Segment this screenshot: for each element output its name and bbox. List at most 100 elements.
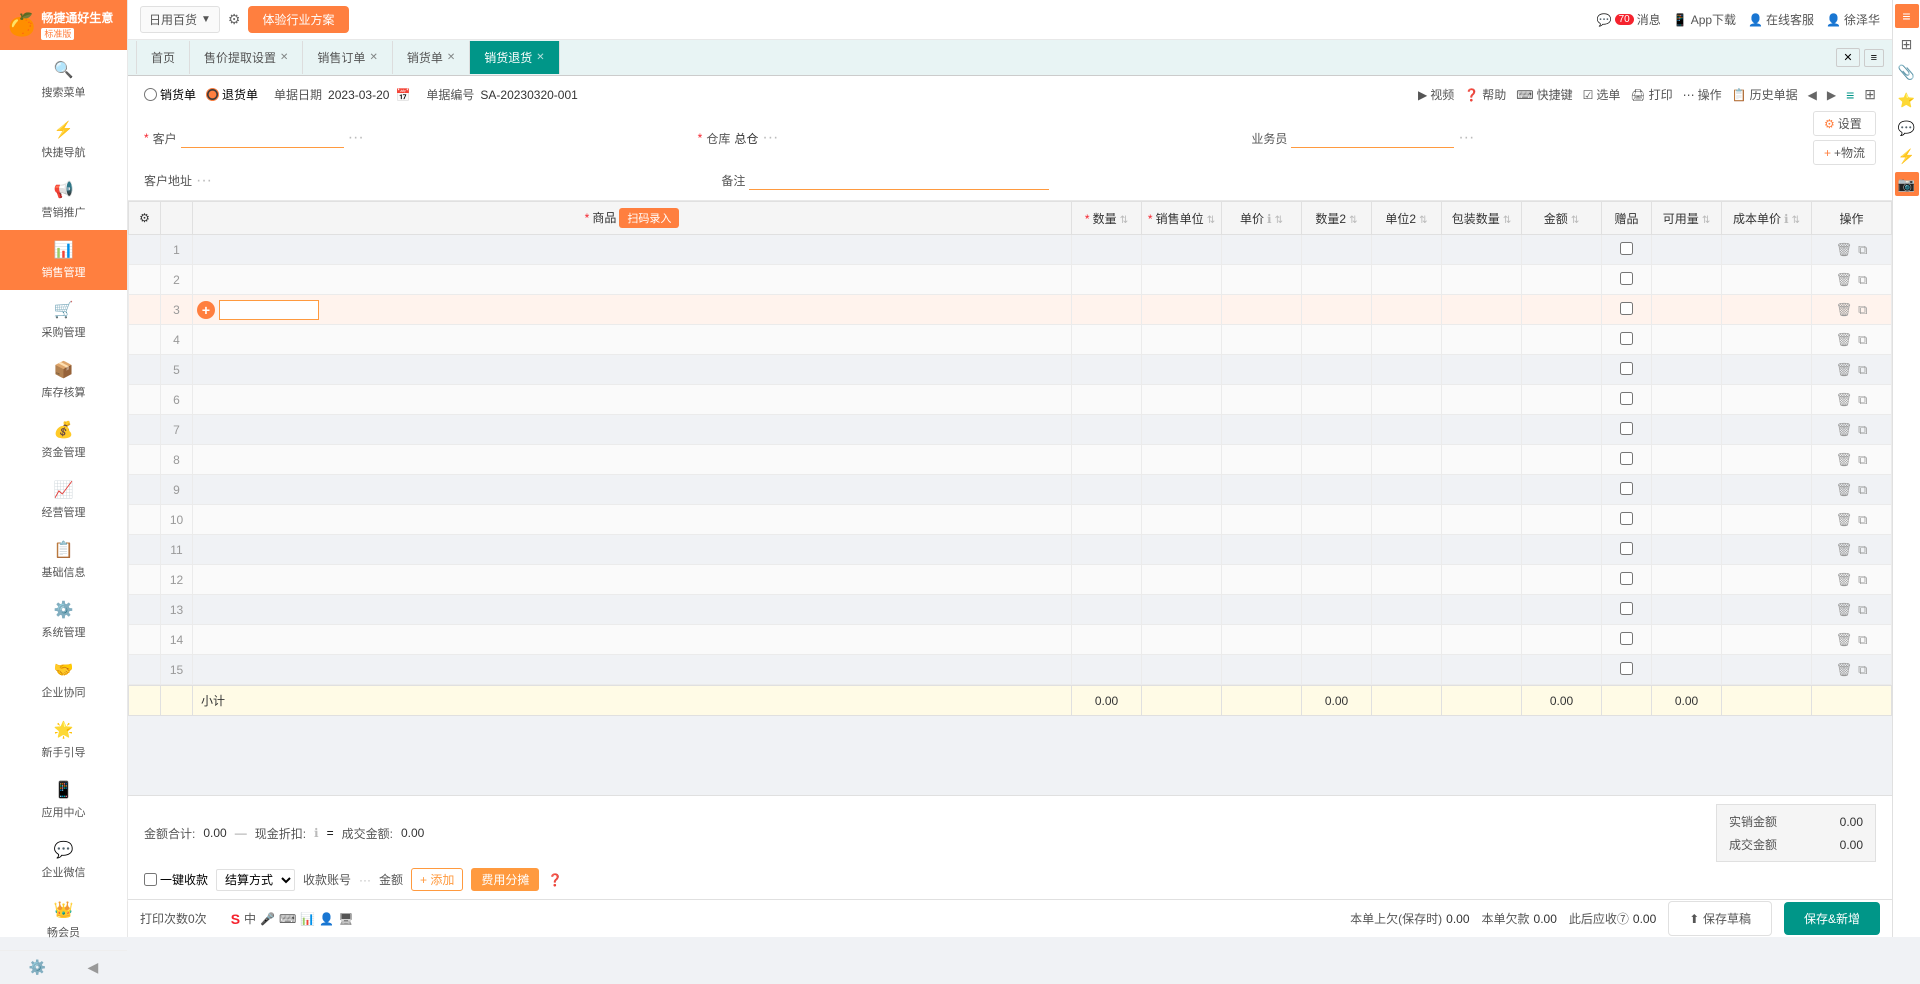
status-icon-keyboard[interactable]: ⌨ bbox=[279, 912, 296, 926]
row-pkg-cell[interactable] bbox=[1442, 295, 1522, 325]
gift-checkbox[interactable] bbox=[1620, 422, 1633, 435]
gift-checkbox[interactable] bbox=[1620, 542, 1633, 555]
row-pkg-cell[interactable] bbox=[1442, 595, 1522, 625]
row-copy-icon[interactable]: ⧉ bbox=[1858, 482, 1867, 498]
right-panel-list-view[interactable]: ≡ bbox=[1895, 4, 1919, 28]
sidebar-item-system[interactable]: ⚙️ 系统管理 bbox=[0, 590, 127, 650]
row-copy-icon[interactable]: ⧉ bbox=[1858, 242, 1867, 258]
form-settings-btn[interactable]: ⚙ 设置 bbox=[1813, 111, 1876, 136]
row-copy-icon[interactable]: ⧉ bbox=[1858, 602, 1867, 618]
row-delete-icon[interactable]: 🗑 bbox=[1836, 632, 1853, 648]
row-unit-cell[interactable] bbox=[1142, 655, 1222, 685]
row-gift-cell[interactable] bbox=[1602, 235, 1652, 265]
row-unit-cell[interactable] bbox=[1142, 295, 1222, 325]
video-btn[interactable]: ▶ 视频 bbox=[1418, 86, 1454, 103]
row-unit-cell[interactable] bbox=[1142, 445, 1222, 475]
row-product-cell[interactable] bbox=[193, 505, 1072, 535]
row-pkg-cell[interactable] bbox=[1442, 475, 1522, 505]
sidebar-item-finance[interactable]: 💰 资金管理 bbox=[0, 410, 127, 470]
gift-checkbox[interactable] bbox=[1620, 242, 1633, 255]
row-qty-cell[interactable] bbox=[1072, 535, 1142, 565]
row-amount-cell[interactable] bbox=[1522, 325, 1602, 355]
row-amount-cell[interactable] bbox=[1522, 505, 1602, 535]
row-price-cell[interactable] bbox=[1222, 355, 1302, 385]
row-copy-icon[interactable]: ⧉ bbox=[1858, 572, 1867, 588]
row-unit2-cell[interactable] bbox=[1372, 565, 1442, 595]
row-unit2-cell[interactable] bbox=[1372, 235, 1442, 265]
unit-sort-icon[interactable]: ⇅ bbox=[1207, 215, 1215, 226]
row-price-cell[interactable] bbox=[1222, 415, 1302, 445]
table-scroll-container[interactable]: ⚙ * 商品 扫码录入 * 数量 ⇅ bbox=[128, 201, 1892, 795]
tab-price-extract-close[interactable]: ✕ bbox=[280, 52, 288, 63]
row-unit2-cell[interactable] bbox=[1372, 535, 1442, 565]
row-product-cell[interactable] bbox=[193, 565, 1072, 595]
save-draft-button[interactable]: ⬆ 保存草稿 bbox=[1668, 901, 1772, 936]
right-panel-screenshot[interactable]: 📷 bbox=[1895, 172, 1919, 196]
amount-sort-icon[interactable]: ⇅ bbox=[1571, 215, 1579, 226]
cost-info-icon[interactable]: ❓ bbox=[547, 873, 562, 887]
row-delete-icon[interactable]: 🗑 bbox=[1836, 602, 1853, 618]
row-price-cell[interactable] bbox=[1222, 535, 1302, 565]
row-gift-cell[interactable] bbox=[1602, 505, 1652, 535]
tab-menu-btn[interactable]: ≡ bbox=[1864, 49, 1884, 67]
row-product-cell[interactable] bbox=[193, 475, 1072, 505]
user-profile-btn[interactable]: 👤 徐泽华 bbox=[1826, 11, 1880, 28]
row-pkg-cell[interactable] bbox=[1442, 535, 1522, 565]
price-info-icon[interactable]: ℹ bbox=[1267, 212, 1272, 226]
sidebar-item-shortcut[interactable]: ⚡ 快捷导航 bbox=[0, 110, 127, 170]
cost-sort-icon[interactable]: ⇅ bbox=[1792, 215, 1800, 226]
avail-sort-icon[interactable]: ⇅ bbox=[1702, 215, 1710, 226]
save-new-button[interactable]: 保存&新增 bbox=[1784, 902, 1880, 935]
row-unit2-cell[interactable] bbox=[1372, 655, 1442, 685]
row-amount-cell[interactable] bbox=[1522, 265, 1602, 295]
row-qty-cell[interactable] bbox=[1072, 355, 1142, 385]
row-price-cell[interactable] bbox=[1222, 565, 1302, 595]
row-qty-cell[interactable] bbox=[1072, 295, 1142, 325]
select-order-btn[interactable]: ☑ 选单 bbox=[1583, 86, 1621, 103]
row-price-cell[interactable] bbox=[1222, 235, 1302, 265]
gift-checkbox[interactable] bbox=[1620, 392, 1633, 405]
row-copy-icon[interactable]: ⧉ bbox=[1858, 452, 1867, 468]
row-price-cell[interactable] bbox=[1222, 595, 1302, 625]
row-copy-icon[interactable]: ⧉ bbox=[1858, 332, 1867, 348]
row-qty2-cell[interactable] bbox=[1302, 475, 1372, 505]
history-prev-btn[interactable]: ◀ bbox=[1808, 88, 1817, 102]
staff-input[interactable] bbox=[1291, 129, 1454, 148]
sidebar-item-apps[interactable]: 📱 应用中心 bbox=[0, 770, 127, 830]
row-delete-icon[interactable]: 🗑 bbox=[1836, 512, 1853, 528]
row-pkg-cell[interactable] bbox=[1442, 385, 1522, 415]
row-product-cell[interactable] bbox=[193, 655, 1072, 685]
tab-price-extract[interactable]: 售价提取设置 ✕ bbox=[190, 41, 303, 74]
tab-sales-order[interactable]: 销售订单 ✕ bbox=[303, 41, 392, 74]
row-copy-icon[interactable]: ⧉ bbox=[1858, 392, 1867, 408]
row-amount-cell[interactable] bbox=[1522, 385, 1602, 415]
sidebar-item-search[interactable]: 🔍 搜索菜单 bbox=[0, 50, 127, 110]
row-unit-cell[interactable] bbox=[1142, 235, 1222, 265]
row-gift-cell[interactable] bbox=[1602, 595, 1652, 625]
online-service-btn[interactable]: 👤 在线客服 bbox=[1748, 11, 1814, 28]
row-delete-icon[interactable]: 🗑 bbox=[1836, 452, 1853, 468]
row-gift-cell[interactable] bbox=[1602, 265, 1652, 295]
row-unit2-cell[interactable] bbox=[1372, 625, 1442, 655]
row-unit2-cell[interactable] bbox=[1372, 475, 1442, 505]
row-pkg-cell[interactable] bbox=[1442, 445, 1522, 475]
row-qty2-cell[interactable] bbox=[1302, 235, 1372, 265]
sidebar-item-wechat[interactable]: 💬 企业微信 bbox=[0, 830, 127, 890]
row-qty2-cell[interactable] bbox=[1302, 625, 1372, 655]
radio-return[interactable]: 退货单 bbox=[206, 86, 258, 103]
row-price-cell[interactable] bbox=[1222, 385, 1302, 415]
history-next-btn[interactable]: ▶ bbox=[1827, 88, 1836, 102]
row-unit2-cell[interactable] bbox=[1372, 415, 1442, 445]
sidebar-collapse-btn[interactable]: ◀ bbox=[88, 959, 99, 976]
row-amount-cell[interactable] bbox=[1522, 655, 1602, 685]
row-price-cell[interactable] bbox=[1222, 325, 1302, 355]
row-delete-icon[interactable]: 🗑 bbox=[1836, 272, 1853, 288]
row-gift-cell[interactable] bbox=[1602, 625, 1652, 655]
row-delete-icon[interactable]: 🗑 bbox=[1836, 302, 1853, 318]
print-btn[interactable]: 🖨 打印 bbox=[1630, 86, 1672, 103]
row-unit-cell[interactable] bbox=[1142, 535, 1222, 565]
row-copy-icon[interactable]: ⧉ bbox=[1858, 542, 1867, 558]
gift-checkbox[interactable] bbox=[1620, 662, 1633, 675]
one-click-checkbox-input[interactable] bbox=[144, 873, 157, 886]
col-settings-icon[interactable]: ⚙ bbox=[139, 211, 150, 225]
